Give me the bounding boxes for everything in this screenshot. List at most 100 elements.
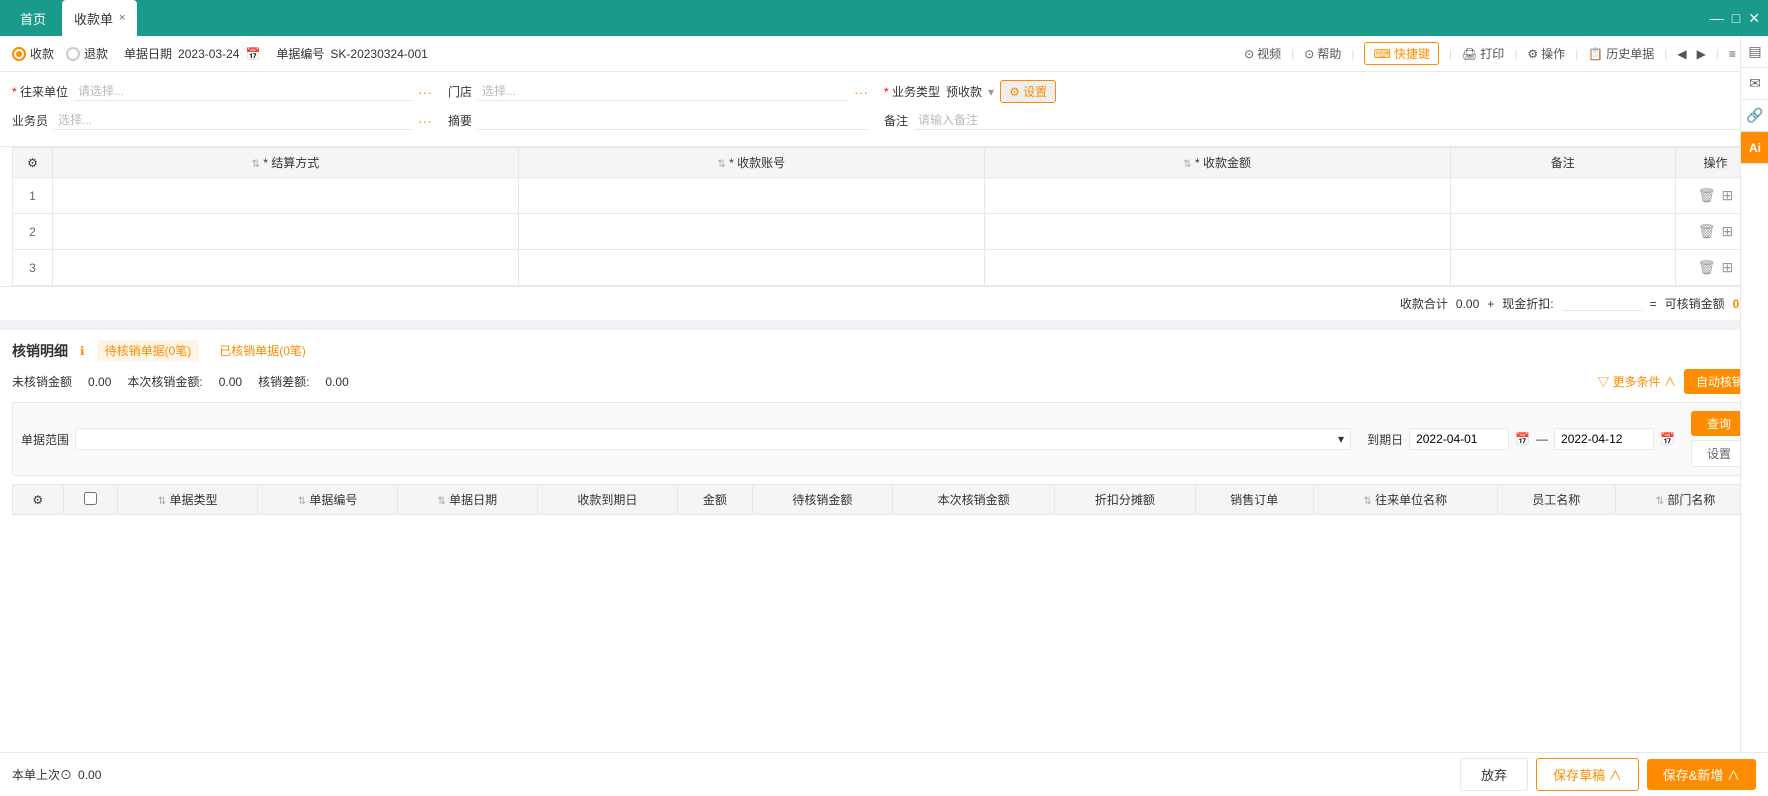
unchecked-label: 未核销金额 <box>12 373 72 390</box>
row-1-remark[interactable] <box>1450 178 1675 214</box>
biz-type-arrow-icon[interactable]: ▾ <box>988 85 994 99</box>
biz-type-value[interactable]: 预收款 <box>946 83 982 100</box>
biz-type-label: * 业务类型 <box>884 83 940 100</box>
min-value: 0.00 <box>78 768 101 782</box>
vcol-staff: 员工名称 <box>1497 485 1615 515</box>
staff-input[interactable] <box>54 111 412 130</box>
settings-button[interactable]: ⚙ 设置 <box>1000 80 1056 103</box>
bottom-right: 放弃 保存草稿 ∧ 保存&新增 ∧ <box>1460 758 1756 791</box>
tab-bar: 首页 收款单 × — □ ✕ <box>0 0 1768 36</box>
discount-label: 现金折扣: <box>1502 295 1553 312</box>
row-3-remark[interactable] <box>1450 250 1675 286</box>
row-1-delete-btn[interactable]: 🗑 <box>1698 187 1716 204</box>
row-1-settlement[interactable] <box>53 178 519 214</box>
table-row: 1 🗑 ⊞ <box>13 178 1756 214</box>
top-toolbar: 收款 退款 单据日期 2023-03-24 📅 单据编号 SK-20230324… <box>0 36 1768 72</box>
radio-receive-label: 收款 <box>30 45 54 62</box>
row-2-account[interactable] <box>518 214 984 250</box>
vcol-gear[interactable]: ⚙ <box>13 485 64 515</box>
row-3-copy-btn[interactable]: ⊞ <box>1722 259 1734 276</box>
memo-input[interactable] <box>478 111 868 130</box>
remark-input[interactable] <box>914 111 1756 130</box>
staff-field: 业务员 ··· <box>12 111 432 130</box>
window-resize-icon[interactable]: □ <box>1732 10 1740 26</box>
col-account-header: ⇅ * 收款账号 <box>518 148 984 178</box>
remark-field: 备注 <box>884 111 1756 130</box>
sidebar-btn-4[interactable]: Ai <box>1741 132 1768 164</box>
sidebar-btn-1[interactable]: ▤ <box>1741 36 1768 68</box>
window-minus-icon[interactable]: — <box>1710 10 1724 26</box>
date-to-calendar-icon[interactable]: 📅 <box>1660 432 1675 446</box>
filter-settings-btn[interactable]: 设置 <box>1691 440 1747 467</box>
row-1-account[interactable] <box>518 178 984 214</box>
store-more-icon[interactable]: ··· <box>854 84 868 100</box>
abandon-button[interactable]: 放弃 <box>1460 758 1528 791</box>
shortcut-btn[interactable]: ⌨ 快捷键 <box>1364 42 1438 65</box>
vcol-counterpart: ⇅ 往来单位名称 <box>1314 485 1498 515</box>
radio-refund[interactable]: 退款 <box>66 45 108 62</box>
tab-done[interactable]: 已核销单据(0笔) <box>211 340 314 361</box>
calendar-icon[interactable]: 📅 <box>245 47 260 61</box>
store-input[interactable] <box>478 82 848 101</box>
staff-more-icon[interactable]: ··· <box>418 113 432 129</box>
print-btn[interactable]: 🖨 打印 <box>1462 45 1504 62</box>
radio-receive[interactable]: 收款 <box>12 45 54 62</box>
tab-active[interactable]: 收款单 × <box>62 0 137 36</box>
row-2-amount[interactable] <box>984 214 1450 250</box>
vcol-amount: 金额 <box>678 485 753 515</box>
row-2-delete-btn[interactable]: 🗑 <box>1698 223 1716 240</box>
sidebar-btn-3[interactable]: 🔗 <box>1741 100 1768 132</box>
row-2-remark[interactable] <box>1450 214 1675 250</box>
table-row: 2 🗑 ⊞ <box>13 214 1756 250</box>
select-all-checkbox[interactable] <box>84 492 97 505</box>
date-field: 单据日期 2023-03-24 📅 <box>124 45 260 62</box>
help-label: 帮助 <box>1317 45 1341 62</box>
row-3-amount[interactable] <box>984 250 1450 286</box>
row-1-amount[interactable] <box>984 178 1450 214</box>
help-btn[interactable]: ⊙ 帮助 <box>1304 45 1341 62</box>
date-label: 单据日期 <box>124 45 172 62</box>
vcol-sales-order: 销售订单 <box>1195 485 1313 515</box>
row-2-settlement[interactable] <box>53 214 519 250</box>
list-view-btn[interactable]: ≡ <box>1729 47 1736 61</box>
number-value[interactable]: SK-20230324-001 <box>330 47 427 61</box>
save-new-button[interactable]: 保存&新增 ∧ <box>1647 759 1756 790</box>
nav-prev-btn[interactable]: ◀ <box>1677 47 1686 61</box>
date-from-calendar-icon[interactable]: 📅 <box>1515 432 1530 446</box>
history-btn[interactable]: 📋 历史单据 <box>1588 45 1654 62</box>
date-from-input[interactable] <box>1409 428 1509 450</box>
counterpart-more-icon[interactable]: ··· <box>418 84 432 100</box>
tab-home[interactable]: 首页 <box>8 0 58 36</box>
total-label: 收款合计 <box>1400 295 1448 312</box>
window-close-icon[interactable]: ✕ <box>1748 10 1760 27</box>
gear-header[interactable]: ⚙ <box>13 148 53 178</box>
vcol-number: ⇅ 单据编号 <box>258 485 398 515</box>
more-conditions-btn[interactable]: ▽ 更多条件 ∧ <box>1597 373 1676 390</box>
row-1-copy-btn[interactable]: ⊞ <box>1722 187 1734 204</box>
verify-info-icon[interactable]: ℹ <box>80 344 85 358</box>
date-value[interactable]: 2023-03-24 <box>178 47 239 61</box>
row-3-settlement[interactable] <box>53 250 519 286</box>
sidebar-btn-2[interactable]: ✉ <box>1741 68 1768 100</box>
query-btn[interactable]: 查询 <box>1691 411 1747 436</box>
discount-input[interactable] <box>1562 296 1642 311</box>
form-row-2: 业务员 ··· 摘要 备注 <box>12 111 1756 130</box>
remark-label: 备注 <box>884 112 908 129</box>
range-select[interactable]: ▾ <box>75 428 1351 450</box>
counterpart-input[interactable] <box>74 82 412 101</box>
tab-pending[interactable]: 待核销单据(0笔) <box>97 340 200 361</box>
draft-button[interactable]: 保存草稿 ∧ <box>1536 758 1639 791</box>
nav-next-btn[interactable]: ▶ <box>1697 47 1706 61</box>
row-2-copy-btn[interactable]: ⊞ <box>1722 223 1734 240</box>
row-3-account[interactable] <box>518 250 984 286</box>
plus-sign: + <box>1487 297 1494 311</box>
vcol-checkbox[interactable] <box>63 485 118 515</box>
operate-btn[interactable]: ⚙ 操作 <box>1527 45 1565 62</box>
date-to-input[interactable] <box>1554 428 1654 450</box>
row-num-2: 2 <box>13 214 53 250</box>
row-3-delete-btn[interactable]: 🗑 <box>1698 259 1716 276</box>
video-btn[interactable]: ⊙ 视频 <box>1244 45 1281 62</box>
store-label: 门店 <box>448 83 472 100</box>
tab-bar-right: — □ ✕ <box>1710 10 1760 27</box>
tab-close-icon[interactable]: × <box>119 12 125 24</box>
